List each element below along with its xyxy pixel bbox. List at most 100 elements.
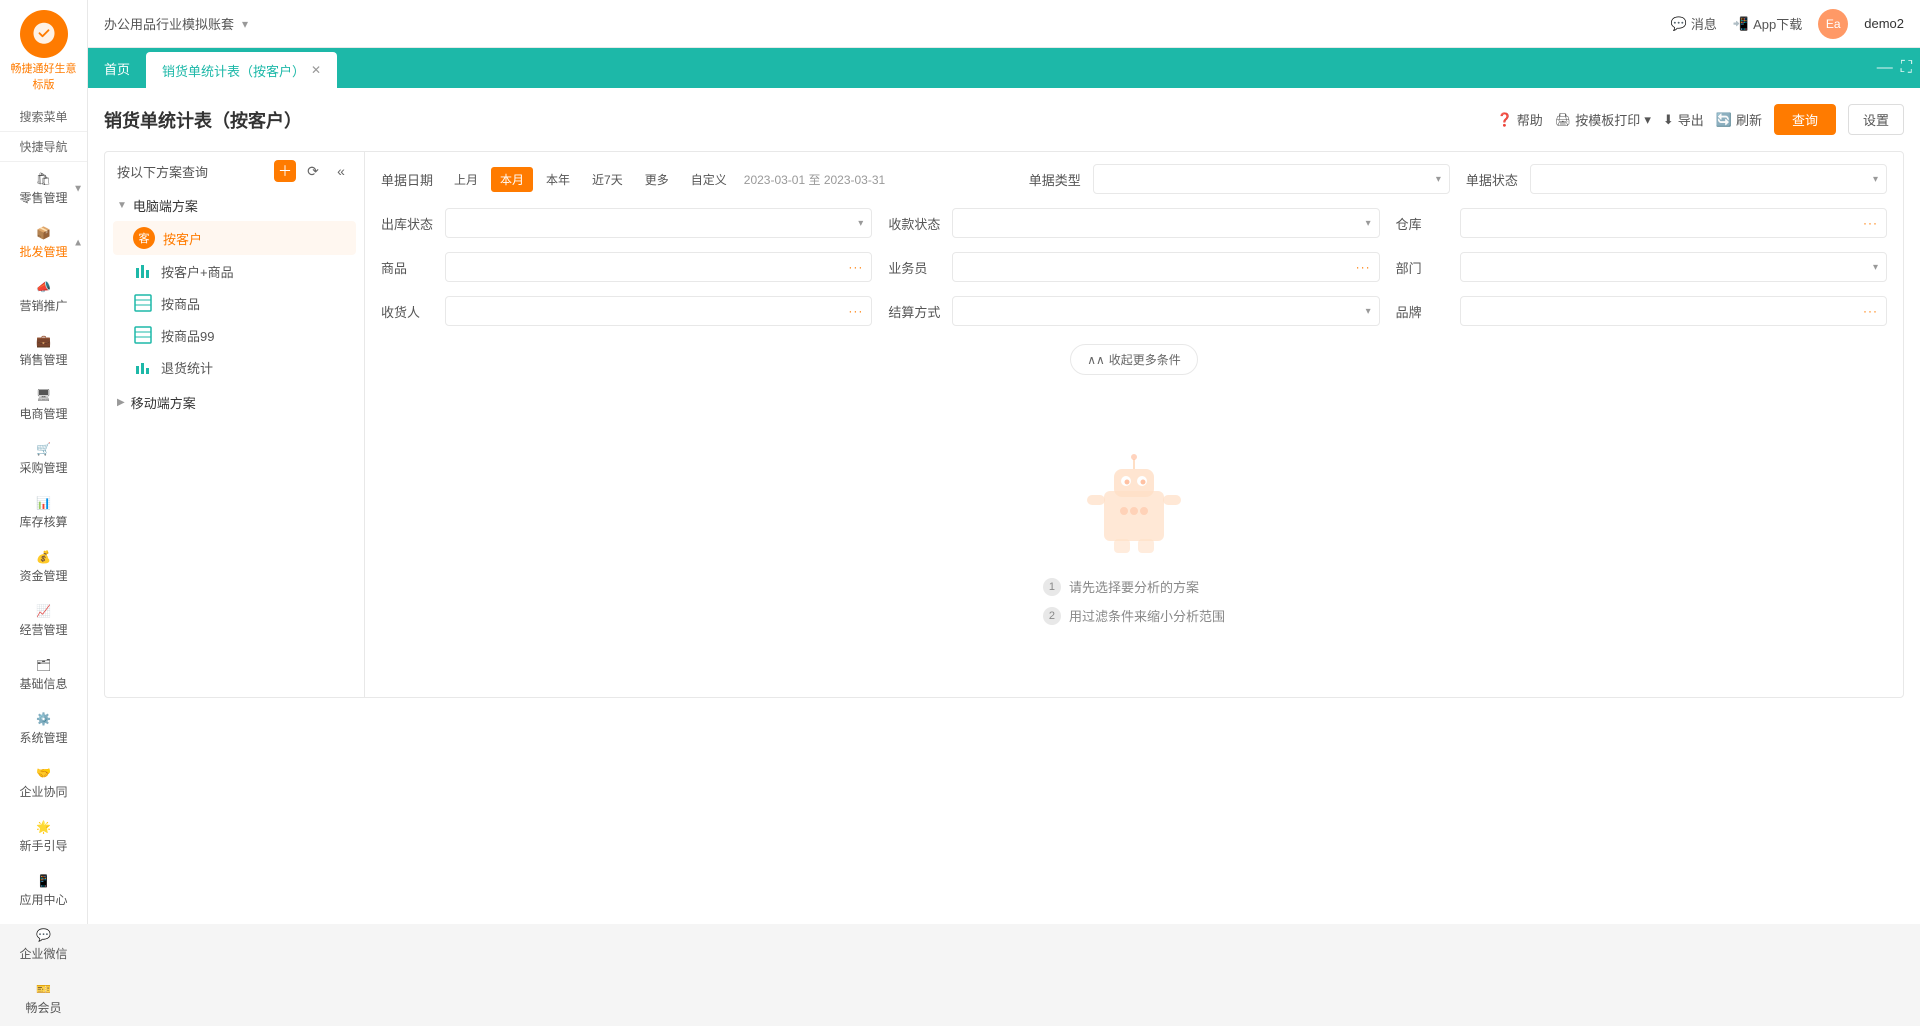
brand-select[interactable]: ··· — [1460, 296, 1887, 326]
settings-button[interactable]: 设置 — [1848, 104, 1904, 135]
logo-icon — [20, 10, 68, 58]
page-content: 销货单统计表（按客户） ❓ 帮助 🖨 按模板打印 ▾ ⬇ 导出 — [88, 88, 1920, 924]
date-btn-custom[interactable]: 自定义 — [682, 167, 736, 192]
sidebar-item-newbie[interactable]: 🌟 新手引导 — [0, 810, 87, 864]
filter-brand-item: 品牌 ··· — [1396, 296, 1887, 326]
query-button[interactable]: 查询 — [1774, 104, 1836, 135]
user-avatar[interactable]: Ea — [1818, 9, 1848, 39]
warehouse-label: 仓库 — [1396, 214, 1452, 233]
main-panel: 按以下方案查询 ＋ ⟳ « ▼ 电脑端方案 — [104, 151, 1904, 698]
settlement-select[interactable]: ▾ — [952, 296, 1379, 326]
wholesale-icon: 📦 — [36, 226, 51, 240]
doc-type-select[interactable]: ▾ — [1093, 164, 1450, 194]
empty-hint-2: 2 用过滤条件来缩小分析范围 — [1043, 606, 1225, 625]
logo-text: 畅捷通好生意 标版 — [8, 60, 79, 92]
sidebar-item-enterprise[interactable]: 🤝 企业协同 — [0, 756, 87, 810]
tab-home[interactable]: 首页 — [88, 48, 146, 88]
scheme-collapse-icon[interactable]: « — [330, 160, 352, 182]
filter-receipt-status-item: 收款状态 ▾ — [888, 208, 1379, 238]
sidebar-item-inventory[interactable]: 📊 库存核算 — [0, 486, 87, 540]
refresh-btn[interactable]: 🔄 刷新 — [1716, 110, 1762, 129]
date-btn-this-month[interactable]: 本月 — [491, 167, 533, 192]
filter-row-4: 收货人 ··· 结算方式 ▾ — [381, 296, 1887, 326]
export-btn[interactable]: ⬇ 导出 — [1663, 110, 1704, 129]
sidebar-item-wholesale[interactable]: 📦 批发管理 ▲ — [0, 216, 87, 270]
sidebar: 畅捷通好生意 标版 搜索菜单 快捷导航 🛍 零售管理 ▼ 📦 批发管理 ▲ 📣 … — [0, 0, 88, 924]
out-status-select[interactable]: ▾ — [445, 208, 872, 238]
doc-status-label: 单据状态 — [1466, 170, 1522, 189]
empty-state-text: 1 请先选择要分析的方案 2 用过滤条件来缩小分析范围 — [1043, 577, 1225, 625]
filter-row-1: 单据日期 上月 本月 本年 近7天 更多 自定义 2023-03-01 至 20… — [381, 164, 1887, 194]
date-btn-more[interactable]: 更多 — [636, 167, 678, 192]
date-btn-7days[interactable]: 近7天 — [583, 167, 632, 192]
search-menu[interactable]: 搜索菜单 — [0, 102, 87, 132]
app-download-btn[interactable]: 📲 App下载 — [1733, 14, 1802, 33]
receipt-status-chevron-icon: ▾ — [1366, 218, 1371, 229]
dept-select[interactable]: ▾ — [1460, 252, 1887, 282]
date-btn-last-month[interactable]: 上月 — [445, 167, 487, 192]
sidebar-item-purchase[interactable]: 🛒 采购管理 — [0, 432, 87, 486]
sidebar-item-apps[interactable]: 📱 应用中心 — [0, 864, 87, 918]
filter-date-item: 单据日期 上月 本月 本年 近7天 更多 自定义 2023-03-01 至 20… — [381, 167, 1013, 192]
scheme-item-customer-product[interactable]: 按客户+商品 — [113, 255, 356, 287]
warehouse-select[interactable]: ··· — [1460, 208, 1887, 238]
app-logo[interactable]: 畅捷通好生意 标版 — [0, 0, 87, 102]
desktop-section-label: 电脑端方案 — [133, 196, 198, 215]
header-left: 办公用品行业模拟账套 ▾ — [104, 14, 248, 33]
sidebar-item-retail[interactable]: 🛍 零售管理 ▼ — [0, 162, 87, 216]
sidebar-item-system[interactable]: ⚙️ 系统管理 — [0, 702, 87, 756]
collapse-button[interactable]: ∧∧ 收起更多条件 — [1070, 344, 1198, 375]
sidebar-item-wechat[interactable]: 💬 企业微信 — [0, 918, 87, 972]
tab-sales-stats[interactable]: 销货单统计表（按客户） ✕ — [146, 52, 337, 88]
salesperson-select[interactable]: ··· — [952, 252, 1379, 282]
scheme-section-desktop-header[interactable]: ▼ 电脑端方案 — [113, 190, 356, 221]
filter-settlement-item: 结算方式 ▾ — [888, 296, 1379, 326]
receiver-dots-icon: ··· — [848, 304, 863, 318]
header-dropdown-icon[interactable]: ▾ — [242, 17, 248, 31]
ecom-icon: 🖥 — [36, 388, 51, 402]
doc-status-select[interactable]: ▾ — [1530, 164, 1887, 194]
sidebar-item-ecom[interactable]: 🖥 电商管理 — [0, 378, 87, 432]
salesperson-label: 业务员 — [888, 258, 944, 277]
sidebar-item-member[interactable]: 🎫 畅会员 — [0, 972, 87, 1026]
filter-row-3: 商品 ··· 业务员 ··· — [381, 252, 1887, 282]
scheme-item-by-customer[interactable]: 客 按客户 — [113, 221, 356, 255]
message-btn[interactable]: 💬 消息 — [1671, 14, 1717, 33]
scheme-item-by-product[interactable]: 按商品 — [113, 287, 356, 319]
enterprise-icon: 🤝 — [36, 766, 51, 780]
scheme-item-returns[interactable]: 退货统计 — [113, 351, 356, 383]
filter-dept-item: 部门 ▾ — [1396, 252, 1887, 282]
purchase-icon: 🛒 — [36, 442, 51, 456]
filter-row-2: 出库状态 ▾ 收款状态 ▾ — [381, 208, 1887, 238]
product-select[interactable]: ··· — [445, 252, 872, 282]
filter-out-status-item: 出库状态 ▾ — [381, 208, 872, 238]
help-btn[interactable]: ❓ 帮助 — [1497, 110, 1543, 129]
scheme-section-desktop: ▼ 电脑端方案 客 按客户 按客户+商品 — [113, 190, 356, 383]
main-area: 办公用品行业模拟账套 ▾ 💬 消息 📲 App下载 Ea demo2 首页 销货… — [88, 0, 1920, 924]
sidebar-item-sales[interactable]: 💼 销售管理 — [0, 324, 87, 378]
refresh-icon: 🔄 — [1716, 112, 1732, 128]
user-name[interactable]: demo2 — [1864, 16, 1904, 31]
sidebar-item-finance[interactable]: 💰 资金管理 — [0, 540, 87, 594]
quick-nav[interactable]: 快捷导航 — [0, 132, 87, 162]
scheme-refresh-icon[interactable]: ⟳ — [302, 160, 324, 182]
empty-robot-illustration — [1079, 451, 1189, 561]
tab-close-icon[interactable]: ✕ — [311, 63, 321, 77]
tab-minimize-icon[interactable]: — — [1877, 59, 1893, 77]
brand-label: 品牌 — [1396, 302, 1452, 321]
sidebar-item-marketing[interactable]: 📣 营销推广 — [0, 270, 87, 324]
date-btn-this-year[interactable]: 本年 — [537, 167, 579, 192]
scheme-add-icon[interactable]: ＋ — [274, 160, 296, 182]
receipt-status-label: 收款状态 — [888, 214, 944, 233]
print-btn[interactable]: 🖨 按模板打印 ▾ — [1555, 110, 1651, 129]
scheme-section-mobile-header[interactable]: ▶ 移动端方案 — [113, 387, 356, 418]
sidebar-item-basic[interactable]: 🗂 基础信息 — [0, 648, 87, 702]
sidebar-item-operation[interactable]: 📈 经营管理 — [0, 594, 87, 648]
empty-hint-1: 1 请先选择要分析的方案 — [1043, 577, 1225, 596]
receiver-select[interactable]: ··· — [445, 296, 872, 326]
brand-dots-icon: ··· — [1863, 304, 1878, 318]
tab-maximize-icon[interactable]: ⛶ — [1901, 59, 1912, 77]
scheme-item-product-99[interactable]: 按商品99 — [113, 319, 356, 351]
receipt-status-select[interactable]: ▾ — [952, 208, 1379, 238]
empty-state: 1 请先选择要分析的方案 2 用过滤条件来缩小分析范围 — [381, 391, 1887, 685]
